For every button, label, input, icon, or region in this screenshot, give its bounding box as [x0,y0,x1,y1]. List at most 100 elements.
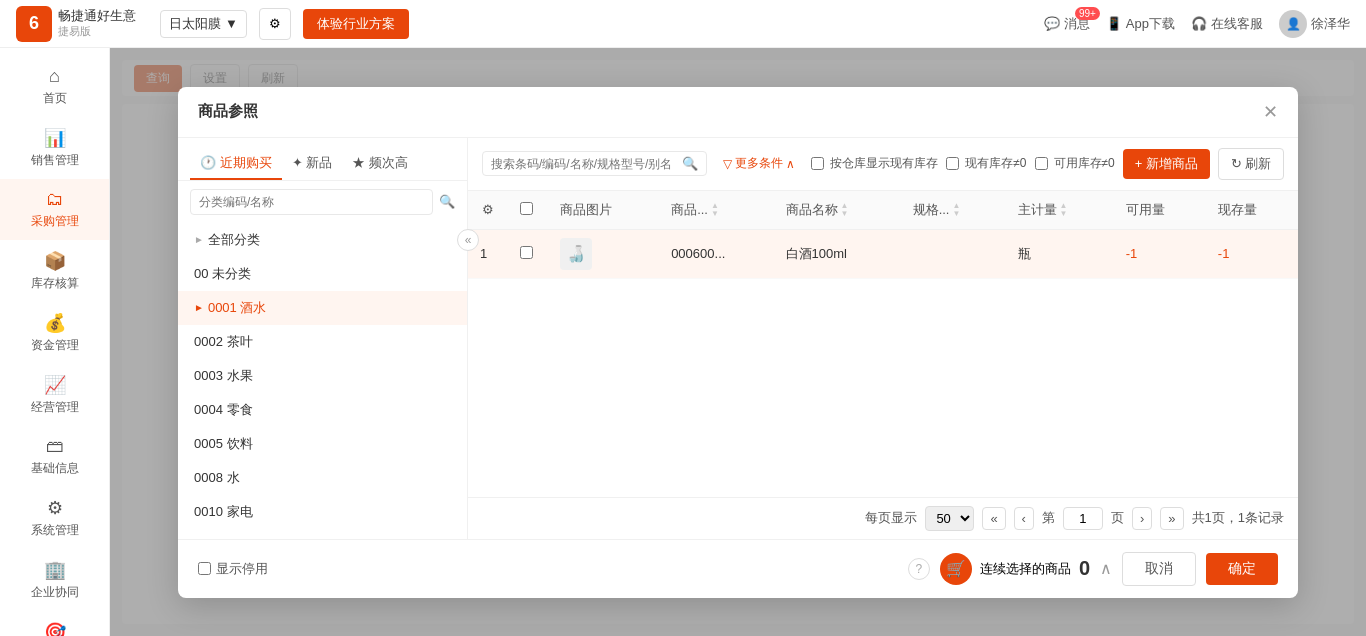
recent-icon: 🕐 [200,155,216,170]
product-table-container: ⚙ 商品图片 [468,191,1298,497]
fold-btn[interactable]: ∧ [1100,559,1112,578]
category-0003[interactable]: 0003 水果 [178,359,467,393]
category-list: ► 全部分类 00 未分类 ► 0001 酒水 0002 茶 [178,223,467,529]
product-ref-modal: 商品参照 ✕ 🕐 近期购买 ✦ [178,87,1298,598]
table-row[interactable]: 1 🍶 [468,229,1298,278]
sidebar-item-system[interactable]: ⚙ 系统管理 [0,487,109,549]
tab-new[interactable]: ✦ 新品 [282,148,343,180]
confirm-btn[interactable]: 确定 [1206,553,1278,585]
sidebar-item-finance[interactable]: 💰 资金管理 [0,302,109,364]
purchase-icon: 🗂 [46,189,64,210]
name-sort-icon: ▲▼ [841,202,849,218]
th-code[interactable]: 商品... ▲▼ [659,191,773,230]
category-0005[interactable]: 0005 饮料 [178,427,467,461]
modal-body: 🕐 近期购买 ✦ 新品 ★ 频次高 [178,138,1298,539]
td-available: -1 [1114,229,1206,278]
th-settings[interactable]: ⚙ [468,191,508,230]
sidebar-item-home[interactable]: ⌂ 首页 [0,56,109,117]
page-number-input[interactable] [1063,507,1103,530]
help-icon[interactable]: ? [908,558,930,580]
category-0004[interactable]: 0004 零食 [178,393,467,427]
per-page-select[interactable]: 50 [925,506,974,531]
modal-title: 商品参照 [198,102,258,121]
td-unit: 瓶 [1006,229,1114,278]
category-search-icon[interactable]: 🔍 [439,194,455,209]
logo-icon: 6 [16,6,52,42]
code-sort-icon: ▲▼ [711,202,719,218]
product-search-box: 🔍 [482,151,707,176]
prev-page-btn[interactable]: ‹ [1014,507,1034,530]
sidebar-item-sales[interactable]: 📊 销售管理 [0,117,109,179]
spec-sort-icon: ▲▼ [952,202,960,218]
product-search-input[interactable] [491,157,678,171]
avatar: 👤 [1279,10,1307,38]
finance-icon: 💰 [44,312,66,334]
th-unit[interactable]: 主计量 ▲▼ [1006,191,1114,230]
logo-area: 6 畅捷通好生意 捷易版 [16,6,136,42]
app-download-btn[interactable]: 📱 App下载 [1106,15,1175,33]
tab-frequent[interactable]: ★ 频次高 [342,148,418,180]
product-search-icon[interactable]: 🔍 [682,156,698,171]
add-product-btn[interactable]: + 新增商品 [1123,149,1210,179]
sidebar-item-enterprise[interactable]: 🏢 企业协同 [0,549,109,611]
checkbox-avail-ne0-input[interactable] [1035,157,1048,170]
select-all-checkbox[interactable] [520,202,533,215]
settings-icon[interactable]: ⚙ [259,8,291,40]
user-area[interactable]: 👤 徐泽华 [1279,10,1350,38]
category-00[interactable]: 00 未分类 [178,257,467,291]
td-checkbox[interactable] [508,229,548,278]
category-0001[interactable]: ► 0001 酒水 [178,291,467,325]
collapse-panel-btn[interactable]: « [457,229,479,251]
td-code: 000600... [659,229,773,278]
category-all[interactable]: ► 全部分类 [178,223,467,257]
online-service-btn[interactable]: 🎧 在线客服 [1191,15,1263,33]
sidebar-item-inventory[interactable]: 📦 库存核算 [0,240,109,302]
sidebar-item-purchase[interactable]: 🗂 采购管理 [0,179,109,240]
filter-icon: ▽ [723,157,732,171]
home-icon: ⌂ [49,66,60,87]
checkbox-stock-ne0-input[interactable] [946,157,959,170]
modal-close-btn[interactable]: ✕ [1263,101,1278,123]
sidebar-item-basic[interactable]: 🗃 基础信息 [0,426,109,487]
cart-label: 连续选择的商品 [980,560,1071,578]
th-spec[interactable]: 规格... ▲▼ [901,191,1006,230]
sidebar-item-operations[interactable]: 📈 经营管理 [0,364,109,426]
category-search: 🔍 [178,189,467,215]
selected-count: 0 [1079,557,1090,580]
refresh-btn[interactable]: ↻ 刷新 [1218,148,1284,180]
cancel-btn[interactable]: 取消 [1122,552,1196,586]
sidebar: ⌂ 首页 📊 销售管理 🗂 采购管理 📦 库存核算 💰 资金管理 📈 经营管理 … [0,48,110,636]
toolbar-right: + 新增商品 ↻ 刷新 [1123,148,1284,180]
first-page-btn[interactable]: « [982,507,1005,530]
inventory-icon: 📦 [44,250,66,272]
sidebar-item-newbie[interactable]: 🎯 新手引导 [0,611,109,636]
checkbox-avail-ne0[interactable]: 可用库存≠0 [1035,155,1115,172]
category-0008[interactable]: 0008 水 [178,461,467,495]
th-name[interactable]: 商品名称 ▲▼ [774,191,901,230]
category-0010[interactable]: 0010 家电 [178,495,467,529]
modal-header: 商品参照 ✕ [178,87,1298,138]
last-page-btn[interactable]: » [1160,507,1183,530]
right-panel: 🔍 ▽ 更多条件 ∧ 按仓库显示现有库存 [468,138,1298,539]
next-page-btn[interactable]: › [1132,507,1152,530]
messages-btn[interactable]: 💬 消息 99+ [1044,15,1090,33]
modal-overlay: 商品参照 ✕ 🕐 近期购买 ✦ [110,48,1366,636]
show-disabled-check[interactable]: 显示停用 [198,560,268,578]
checkbox-warehouse-input[interactable] [811,157,824,170]
tab-recent[interactable]: 🕐 近期购买 [190,148,282,180]
store-selector[interactable]: 日太阳膜 ▼ [160,10,247,38]
th-checkbox [508,191,548,230]
th-image: 商品图片 [548,191,659,230]
show-disabled-input[interactable] [198,562,211,575]
unit-sort-icon: ▲▼ [1060,202,1068,218]
cart-area[interactable]: 🛒 连续选择的商品 0 [940,553,1090,585]
checkbox-stock-ne0[interactable]: 现有库存≠0 [946,155,1026,172]
filter-btn[interactable]: ▽ 更多条件 ∧ [715,151,803,176]
checkbox-warehouse[interactable]: 按仓库显示现有库存 [811,155,938,172]
category-search-input[interactable] [190,189,433,215]
row-checkbox[interactable] [520,246,533,259]
product-thumb: 🍶 [560,238,592,270]
category-0002[interactable]: 0002 茶叶 [178,325,467,359]
experience-btn[interactable]: 体验行业方案 [303,9,409,39]
td-image: 🍶 [548,229,659,278]
